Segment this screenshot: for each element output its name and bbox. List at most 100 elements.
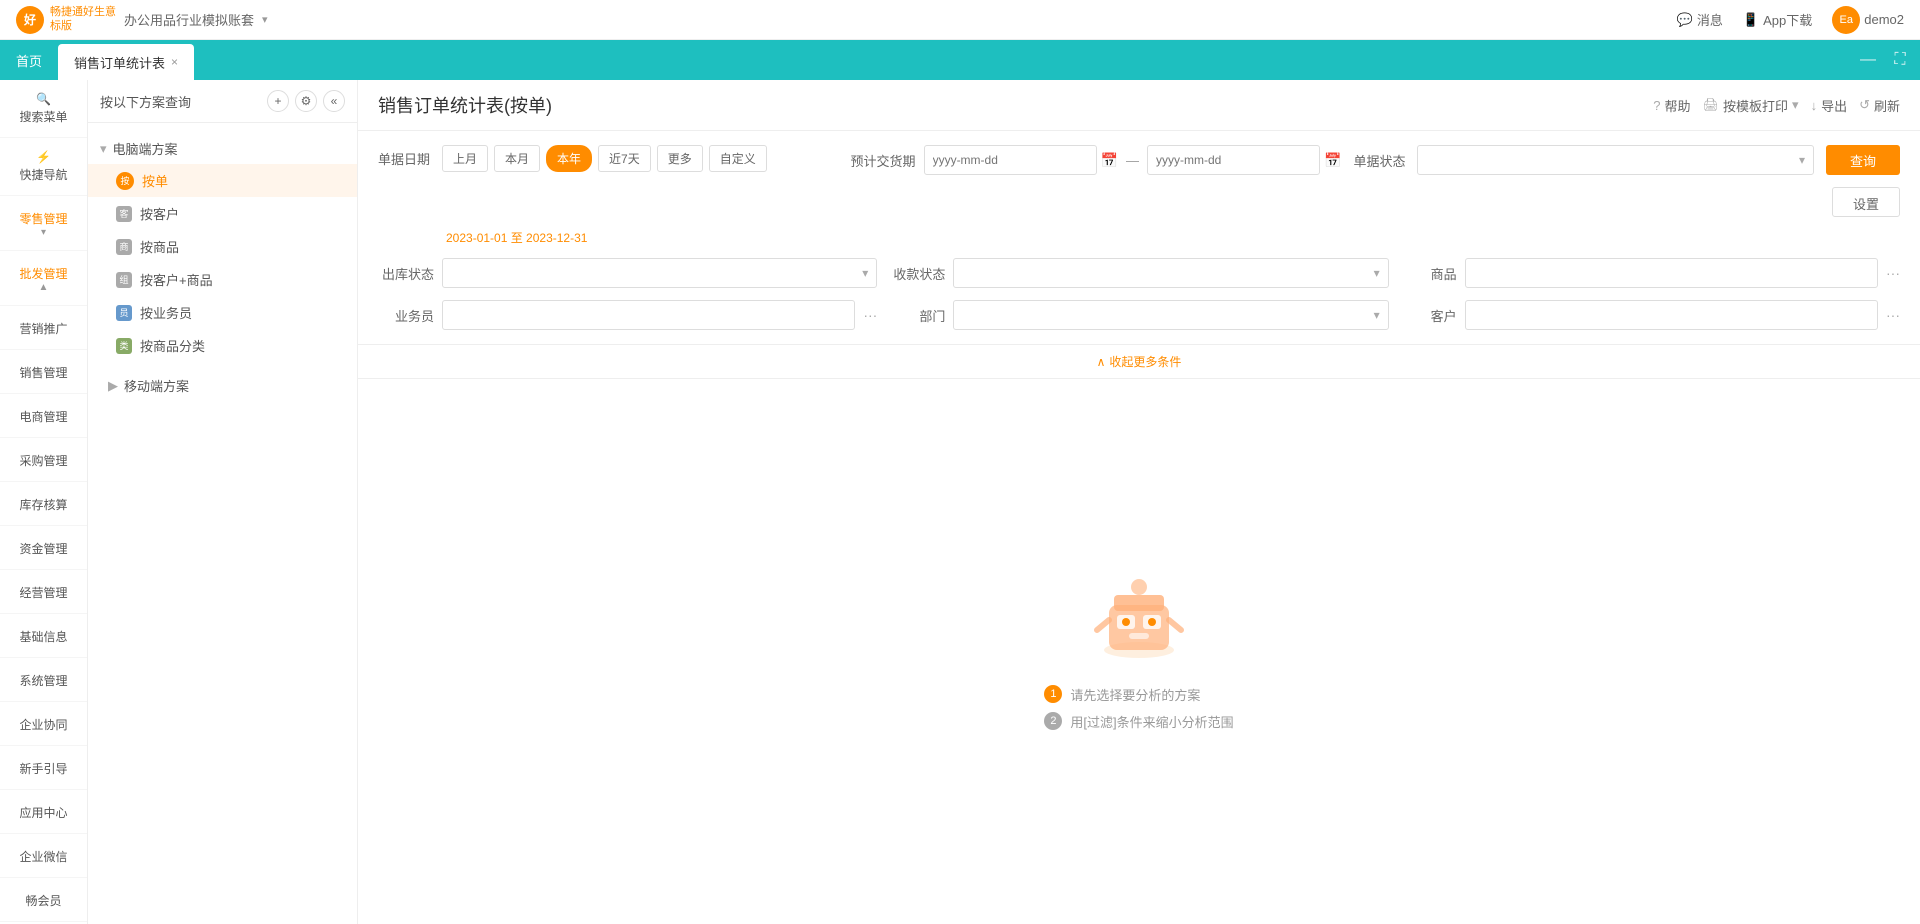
sidebar-item-enterprise[interactable]: 企业协同 — [0, 702, 87, 746]
export-btn[interactable]: ↓ 导出 — [1811, 96, 1848, 115]
download-icon: 📱 — [1743, 12, 1759, 28]
step-1-num: 1 — [1044, 685, 1062, 703]
department-arrow: ▾ — [1374, 308, 1380, 322]
top-bar-left: 好 畅捷通好生意 标版 办公用品行业模拟账套 ▾ — [16, 6, 268, 34]
tree-item-by-goods[interactable]: 商 按商品 — [88, 230, 357, 263]
salesperson-input[interactable] — [442, 300, 855, 330]
by-cust-goods-icon: 组 — [116, 272, 132, 288]
sidebar-item-wholesale[interactable]: 批发管理 ▲ — [0, 251, 87, 306]
tab-maximize-btn[interactable]: ⛶ — [1888, 48, 1912, 72]
goods-more-btn[interactable]: ··· — [1886, 265, 1900, 281]
refresh-btn[interactable]: ↺ 刷新 — [1859, 96, 1900, 115]
customer-input[interactable] — [1465, 300, 1878, 330]
message-icon: 💬 — [1677, 12, 1693, 28]
customer-more-btn[interactable]: ··· — [1886, 307, 1900, 323]
step-2: 2 用[过滤]条件来缩小分析范围 — [1044, 712, 1233, 731]
setting-btn[interactable]: 设置 — [1832, 187, 1900, 217]
tree-item-by-category[interactable]: 类 按商品分类 — [88, 329, 357, 362]
tree-group-mobile-header[interactable]: ▶ 移动端方案 — [88, 370, 357, 401]
goods-label: 商品 — [1401, 264, 1457, 283]
app-download-btn[interactable]: 📱 App下载 — [1743, 10, 1812, 29]
by-customer-icon: 客 — [116, 206, 132, 222]
sidebar-item-appcenter[interactable]: 应用中心 — [0, 790, 87, 834]
salesperson-more-btn[interactable]: ··· — [863, 307, 877, 323]
date-btn-this-year[interactable]: 本年 — [546, 145, 592, 172]
app-dropdown-arrow[interactable]: ▾ — [262, 13, 268, 26]
collapse-bar[interactable]: ∧ 收起更多条件 — [358, 345, 1920, 379]
tree-item-by-cust-goods[interactable]: 组 按客户+商品 — [88, 263, 357, 296]
wholesale-arrow: ▲ — [8, 282, 79, 293]
date-btn-7days[interactable]: 近7天 — [598, 145, 651, 172]
top-bar-right: 💬 消息 📱 App下载 Ea demo2 — [1677, 6, 1904, 34]
calendar-start-icon[interactable]: 📅 — [1101, 152, 1118, 169]
user-area[interactable]: Ea demo2 — [1832, 6, 1904, 34]
date-label: 单据日期 — [378, 149, 434, 168]
sidebar-item-purchase[interactable]: 采购管理 — [0, 438, 87, 482]
sidebar-item-system[interactable]: 系统管理 — [0, 658, 87, 702]
empty-state: 1 请先选择要分析的方案 2 用[过滤]条件来缩小分析范围 — [358, 379, 1920, 924]
sidebar: 🔍 搜索菜单 ⚡ 快捷导航 零售管理 ▾ 批发管理 ▲ 营销推广 销售管理 电商… — [0, 80, 88, 924]
left-panel: 按以下方案查询 + ⚙ « ▾ 电脑端方案 按 按单 — [88, 80, 358, 924]
date-btn-more[interactable]: 更多 — [657, 145, 703, 172]
tree-group-desktop-header[interactable]: ▾ 电脑端方案 — [88, 133, 357, 164]
sidebar-item-finance[interactable]: 资金管理 — [0, 526, 87, 570]
sidebar-item-operations[interactable]: 经营管理 — [0, 570, 87, 614]
query-btn[interactable]: 查询 — [1826, 145, 1900, 175]
add-scheme-btn[interactable]: + — [267, 90, 289, 112]
goods-input[interactable] — [1465, 258, 1878, 288]
payment-status-select[interactable]: ▾ — [953, 258, 1388, 288]
step-1-text: 请先选择要分析的方案 — [1070, 685, 1200, 704]
expected-date-end[interactable] — [1147, 145, 1320, 175]
stock-status-select[interactable]: ▾ — [442, 258, 877, 288]
settings-scheme-btn[interactable]: ⚙ — [295, 90, 317, 112]
help-icon: ? — [1653, 98, 1660, 113]
payment-status-field: 收款状态 ▾ — [889, 258, 1388, 288]
customer-label: 客户 — [1401, 306, 1457, 325]
mobile-expand-icon: ▶ — [108, 378, 118, 394]
tree-expand-icon: ▾ — [100, 141, 107, 157]
department-label: 部门 — [889, 306, 945, 325]
expected-date-label: 预计交货期 — [851, 151, 916, 170]
calendar-end-icon[interactable]: 📅 — [1324, 152, 1341, 169]
stock-status-label: 出库状态 — [378, 264, 434, 283]
tree-item-by-salesperson[interactable]: 员 按业务员 — [88, 296, 357, 329]
sidebar-item-inventory[interactable]: 库存核算 — [0, 482, 87, 526]
date-btn-this-month[interactable]: 本月 — [494, 145, 540, 172]
tree-item-by-customer[interactable]: 客 按客户 — [88, 197, 357, 230]
department-select[interactable]: ▾ — [953, 300, 1388, 330]
tab-close-btn[interactable]: × — [171, 55, 178, 69]
sidebar-item-retail[interactable]: 零售管理 ▾ — [0, 196, 87, 251]
sidebar-item-ecommerce[interactable]: 电商管理 — [0, 394, 87, 438]
sidebar-item-wechat[interactable]: 企业微信 — [0, 834, 87, 878]
print-btn[interactable]: 🖨 按模板打印 ▾ — [1703, 96, 1799, 115]
collapse-panel-btn[interactable]: « — [323, 90, 345, 112]
expected-date-start[interactable] — [924, 145, 1097, 175]
sidebar-item-sales[interactable]: 销售管理 — [0, 350, 87, 394]
retail-arrow: ▾ — [8, 227, 79, 238]
sidebar-item-member[interactable]: 畅会员 — [0, 878, 87, 922]
help-btn[interactable]: ? 帮助 — [1653, 96, 1690, 115]
tree-item-by-doc[interactable]: 按 按单 — [88, 164, 357, 197]
sidebar-item-basic[interactable]: 基础信息 — [0, 614, 87, 658]
app-title: 办公用品行业模拟账套 — [124, 10, 254, 29]
sidebar-item-newuser[interactable]: 新手引导 — [0, 746, 87, 790]
doc-status-select[interactable]: ▾ — [1417, 145, 1814, 175]
date-btn-last-month[interactable]: 上月 — [442, 145, 488, 172]
tab-active[interactable]: 销售订单统计表 × — [58, 44, 194, 80]
sidebar-search[interactable]: 🔍 搜索菜单 — [0, 80, 87, 138]
tree-section: ▾ 电脑端方案 按 按单 客 按客户 商 按商品 — [88, 123, 357, 411]
by-category-label: 按商品分类 — [140, 336, 205, 355]
by-customer-label: 按客户 — [140, 204, 179, 223]
tab-minimize-btn[interactable]: — — [1856, 48, 1880, 72]
tab-home[interactable]: 首页 — [0, 40, 58, 80]
logo-text: 畅捷通好生意 标版 — [50, 6, 116, 32]
stock-status-field: 出库状态 ▾ — [378, 258, 877, 288]
sidebar-item-marketing[interactable]: 营销推广 — [0, 306, 87, 350]
step-2-text: 用[过滤]条件来缩小分析范围 — [1070, 712, 1233, 731]
by-doc-label: 按单 — [142, 171, 168, 190]
print-dropdown-icon: ▾ — [1792, 97, 1799, 113]
date-btn-custom[interactable]: 自定义 — [709, 145, 767, 172]
sidebar-quick-nav[interactable]: ⚡ 快捷导航 — [0, 138, 87, 196]
export-icon: ↓ — [1811, 98, 1818, 113]
message-btn[interactable]: 💬 消息 — [1677, 10, 1723, 29]
